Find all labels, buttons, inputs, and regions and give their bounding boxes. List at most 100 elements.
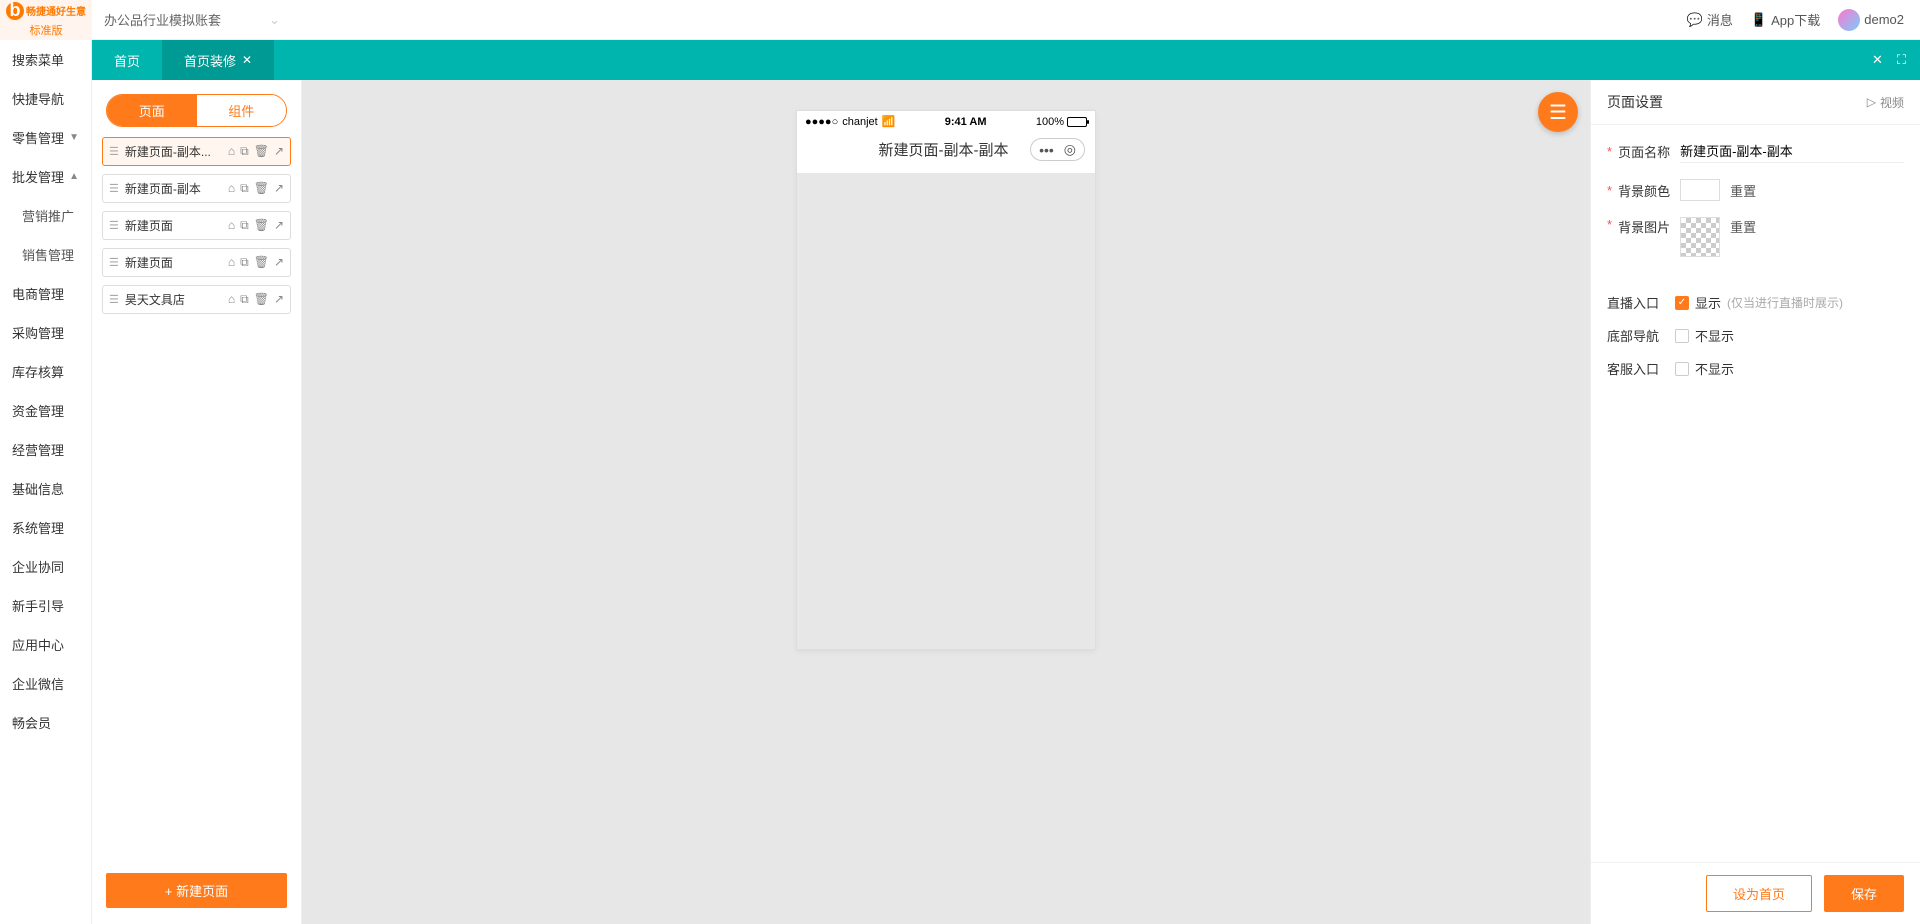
- sidebar-item[interactable]: 畅会员: [0, 703, 91, 742]
- share-icon[interactable]: ↗: [274, 144, 284, 159]
- home-icon[interactable]: ⌂: [228, 255, 235, 270]
- close-all-icon[interactable]: ✕: [1872, 52, 1883, 68]
- page-row-name: 新建页面: [125, 217, 222, 234]
- video-help-label: 视频: [1880, 94, 1904, 111]
- more-icon[interactable]: •••: [1039, 142, 1054, 158]
- drag-handle-icon[interactable]: ☰: [109, 293, 119, 306]
- field-bottom-nav: 底部导航 不显示: [1607, 326, 1904, 345]
- delete-icon[interactable]: 🗑: [254, 255, 269, 270]
- phone-icon: 📱: [1751, 12, 1767, 28]
- sidebar-item[interactable]: 资金管理: [0, 391, 91, 430]
- home-icon[interactable]: ⌂: [228, 292, 235, 307]
- battery-icon: [1067, 117, 1087, 127]
- target-icon[interactable]: ◎: [1064, 141, 1076, 158]
- drag-handle-icon[interactable]: ☰: [109, 219, 119, 232]
- share-icon[interactable]: ↗: [274, 292, 284, 307]
- fullscreen-icon[interactable]: ⛶: [1897, 52, 1906, 68]
- reset-bg-color[interactable]: 重置: [1730, 181, 1756, 200]
- sidebar-item[interactable]: 新手引导: [0, 586, 91, 625]
- sidebar-item[interactable]: 快捷导航: [0, 79, 91, 118]
- sidebar-item[interactable]: 库存核算: [0, 352, 91, 391]
- canvas-area: ☰ ●●●●○ chanjet 📶 9:41 AM 100%: [302, 80, 1590, 924]
- field-bg-image: * 背景图片 重置: [1607, 217, 1904, 257]
- username-label: demo2: [1864, 12, 1904, 27]
- copy-icon[interactable]: ⧉: [240, 218, 249, 233]
- chevron-icon: ▼: [69, 132, 79, 143]
- sidebar-item[interactable]: 电商管理: [0, 274, 91, 313]
- page-name-input[interactable]: [1680, 139, 1904, 163]
- sidebar-item[interactable]: 零售管理▼: [0, 118, 91, 157]
- new-page-button[interactable]: + 新建页面: [106, 873, 287, 908]
- save-button[interactable]: 保存: [1824, 875, 1904, 912]
- video-help-button[interactable]: ▷ 视频: [1867, 94, 1904, 111]
- live-entry-checkbox[interactable]: ✓: [1675, 296, 1689, 310]
- bg-image-picker[interactable]: [1680, 217, 1720, 257]
- toggle-components[interactable]: 组件: [197, 95, 287, 126]
- app-download-button[interactable]: 📱 App下载: [1751, 10, 1820, 29]
- battery-label: 100%: [1036, 116, 1064, 128]
- page-row-name: 新建页面-副本: [125, 180, 222, 197]
- logo[interactable]: b畅捷通好生意 标准版: [0, 0, 92, 40]
- share-icon[interactable]: ↗: [274, 218, 284, 233]
- reset-bg-image[interactable]: 重置: [1730, 217, 1756, 236]
- carrier-label: chanjet: [842, 116, 877, 128]
- copy-icon[interactable]: ⧉: [240, 181, 249, 196]
- sidebar-item[interactable]: 批发管理▲: [0, 157, 91, 196]
- delete-icon[interactable]: 🗑: [254, 144, 269, 159]
- page-row[interactable]: ☰新建页面⌂⧉🗑↗: [102, 248, 291, 277]
- copy-icon[interactable]: ⧉: [240, 144, 249, 159]
- delete-icon[interactable]: 🗑: [254, 292, 269, 307]
- sidebar-item[interactable]: 应用中心: [0, 625, 91, 664]
- service-entry-checkbox[interactable]: [1675, 362, 1689, 376]
- page-row[interactable]: ☰ 新建页面-副本 ⌂ ⧉ 🗑 ↗: [102, 174, 291, 203]
- sidebar-item[interactable]: 搜索菜单: [0, 40, 91, 79]
- sidebar-item[interactable]: 企业微信: [0, 664, 91, 703]
- account-selector[interactable]: 办公品行业模拟账套 ⌄: [92, 10, 292, 29]
- home-icon[interactable]: ⌂: [228, 218, 235, 233]
- sidebar-sub-item[interactable]: 销售管理: [0, 235, 91, 274]
- page-list: ☰新建页面-副本...⌂⧉🗑↗☰新建页面-副本⌂⧉🗑↗☰新建页面⌂⧉🗑↗☰新建页…: [92, 137, 301, 861]
- tab[interactable]: 首页: [92, 40, 162, 80]
- user-menu[interactable]: demo2: [1838, 9, 1904, 31]
- share-icon[interactable]: ↗: [274, 255, 284, 270]
- share-icon[interactable]: ↗: [274, 181, 284, 196]
- field-service-entry: 客服入口 不显示: [1607, 359, 1904, 378]
- drag-handle-icon[interactable]: ☰: [109, 145, 119, 158]
- field-live-entry: 直播入口 ✓ 显示 (仅当进行直播时展示): [1607, 293, 1904, 312]
- sidebar-item[interactable]: 企业协同: [0, 547, 91, 586]
- home-icon[interactable]: ⌂: [228, 181, 235, 196]
- home-icon[interactable]: ⌂: [228, 144, 235, 159]
- phone-body[interactable]: [797, 173, 1095, 649]
- close-icon[interactable]: ✕: [242, 53, 252, 67]
- copy-icon[interactable]: ⧉: [240, 255, 249, 270]
- wifi-icon: 📶: [882, 115, 896, 128]
- bottom-nav-checkbox[interactable]: [1675, 329, 1689, 343]
- tab[interactable]: 首页装修✕: [162, 40, 274, 80]
- copy-icon[interactable]: ⧉: [240, 292, 249, 307]
- top-actions: 💬 消息 📱 App下载 demo2: [1687, 9, 1920, 31]
- sidebar-item[interactable]: 基础信息: [0, 469, 91, 508]
- drag-handle-icon[interactable]: ☰: [109, 256, 119, 269]
- sidebar-item[interactable]: 系统管理: [0, 508, 91, 547]
- bg-image-label: 背景图片: [1618, 217, 1680, 236]
- float-menu-button[interactable]: ☰: [1538, 92, 1578, 132]
- sidebar-item[interactable]: 经营管理: [0, 430, 91, 469]
- phone-preview: ●●●●○ chanjet 📶 9:41 AM 100% 新建页面-副本-副本: [796, 110, 1096, 650]
- toggle-pages[interactable]: 页面: [107, 95, 197, 126]
- sidebar-sub-item[interactable]: 营销推广: [0, 196, 91, 235]
- account-selector-label: 办公品行业模拟账套: [104, 10, 221, 29]
- messages-button[interactable]: 💬 消息: [1687, 10, 1733, 29]
- bg-color-label: 背景颜色: [1618, 181, 1680, 200]
- sidebar-item[interactable]: 采购管理: [0, 313, 91, 352]
- play-icon: ▷: [1867, 95, 1876, 109]
- page-row[interactable]: ☰ 新建页面 ⌂ ⧉ 🗑 ↗: [102, 211, 291, 240]
- page-row[interactable]: ☰新建页面-副本...⌂⧉🗑↗: [102, 137, 291, 166]
- sidebar: 搜索菜单快捷导航零售管理▼批发管理▲营销推广销售管理电商管理采购管理库存核算资金…: [0, 40, 92, 924]
- page-component-toggle: 页面 组件: [106, 94, 287, 127]
- bg-color-swatch[interactable]: [1680, 179, 1720, 201]
- drag-handle-icon[interactable]: ☰: [109, 182, 119, 195]
- delete-icon[interactable]: 🗑: [254, 218, 269, 233]
- set-home-button[interactable]: 设为首页: [1706, 875, 1812, 912]
- delete-icon[interactable]: 🗑: [254, 181, 269, 196]
- page-row[interactable]: ☰昊天文具店⌂⧉🗑↗: [102, 285, 291, 314]
